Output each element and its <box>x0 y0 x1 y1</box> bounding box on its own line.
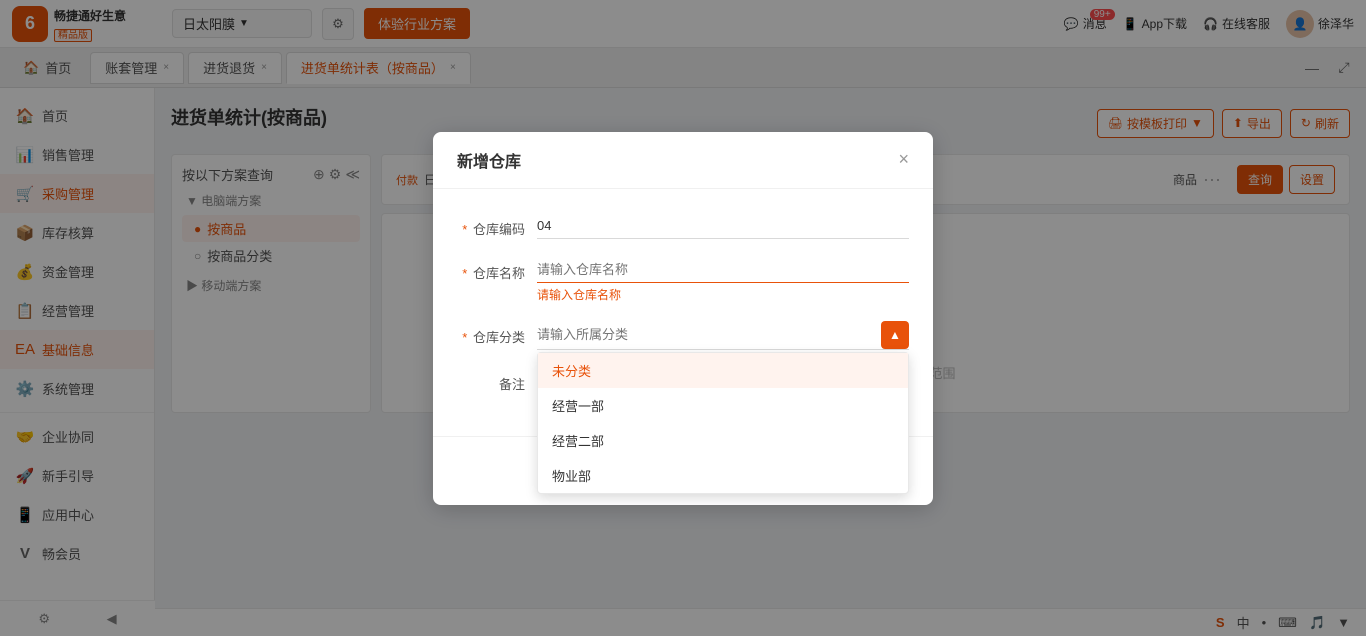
dropdown-item-dept1[interactable]: 经营一部 <box>538 388 908 423</box>
code-label: * 仓库编码 <box>457 213 537 238</box>
form-row-code: * 仓库编码 <box>457 213 909 239</box>
new-warehouse-modal: 新增仓库 × * 仓库编码 * 仓库名称 <box>433 132 933 505</box>
modal-overlay: 新增仓库 × * 仓库编码 * 仓库名称 <box>0 0 1366 636</box>
name-error-message: 请输入仓库名称 <box>537 286 909 303</box>
name-label: * 仓库名称 <box>457 257 537 282</box>
dropdown-item-dept2[interactable]: 经营二部 <box>538 423 908 458</box>
category-dropdown: 未分类 经营一部 经营二部 物业部 <box>537 352 909 494</box>
code-field <box>537 213 909 239</box>
category-input-wrap: ▲ <box>537 321 909 350</box>
warehouse-name-input[interactable] <box>537 257 909 283</box>
form-row-name: * 仓库名称 请输入仓库名称 <box>457 257 909 303</box>
modal-title: 新增仓库 <box>457 148 521 172</box>
dropdown-item-unclassified[interactable]: 未分类 <box>538 353 908 388</box>
warehouse-category-input[interactable] <box>537 322 881 347</box>
modal-body: * 仓库编码 * 仓库名称 请输入仓库名称 <box>433 189 933 436</box>
dropdown-item-dept3[interactable]: 物业部 <box>538 458 908 493</box>
modal-header: 新增仓库 × <box>433 132 933 189</box>
warehouse-code-input[interactable] <box>537 213 909 239</box>
category-toggle-button[interactable]: ▲ <box>881 321 909 349</box>
notes-label: 备注 <box>457 368 537 393</box>
category-label: * 仓库分类 <box>457 321 537 346</box>
category-field: ▲ 未分类 经营一部 经营二部 物业部 <box>537 321 909 350</box>
form-row-category: * 仓库分类 ▲ 未分类 经营一部 经营二部 物业部 <box>457 321 909 350</box>
name-field: 请输入仓库名称 <box>537 257 909 303</box>
modal-close-button[interactable]: × <box>898 149 909 170</box>
